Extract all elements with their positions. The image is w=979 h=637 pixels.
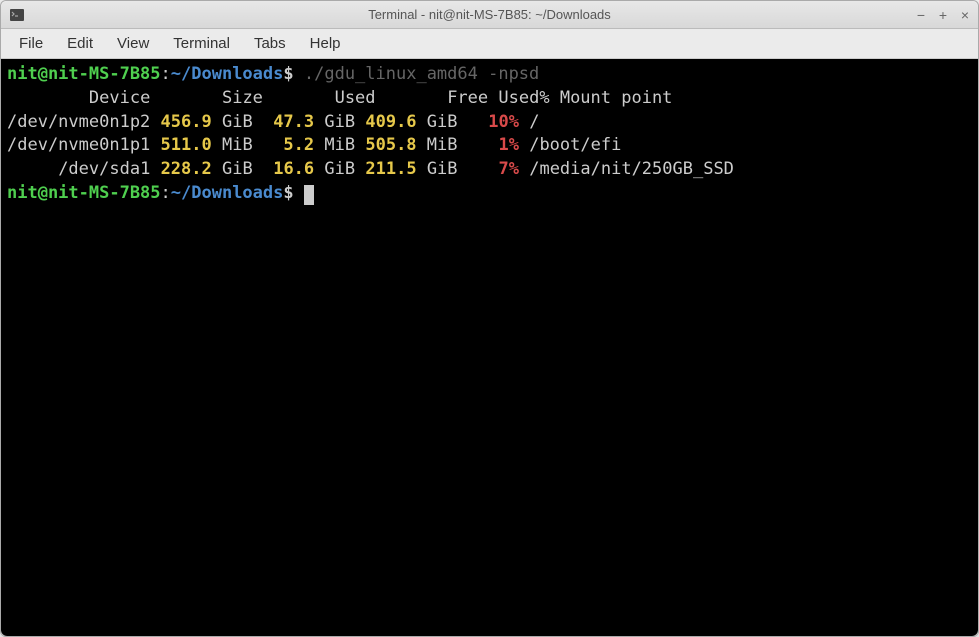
menu-view[interactable]: View [105,31,161,56]
terminal-window: Terminal - nit@nit-MS-7B85: ~/Downloads … [0,0,979,637]
used-pct: 1% [498,135,518,155]
menu-help[interactable]: Help [298,31,353,56]
mount-point: /boot/efi [529,135,621,155]
close-button[interactable]: × [958,8,972,22]
window-controls: − + × [914,8,972,22]
app-icon [9,7,25,23]
menubar: File Edit View Terminal Tabs Help [1,29,978,59]
hdr-free: Free [447,88,488,108]
prompt-line: nit@nit-MS-7B85:~/Downloads$ [7,182,972,206]
free-value: 211.5 [365,159,416,179]
prompt-user-host: nit@nit-MS-7B85 [7,183,161,203]
hdr-device: Device [89,88,150,108]
size-value: 511.0 [161,135,212,155]
device-name: /dev/nvme0n1p2 [7,112,150,132]
maximize-button[interactable]: + [936,8,950,22]
used-value: 47.3 [273,112,314,132]
command-text: ./gdu_linux_amd64 -npsd [304,64,539,84]
size-unit: MiB [222,135,253,155]
prompt-symbol: $ [283,64,293,84]
used-value: 16.6 [273,159,314,179]
menu-terminal[interactable]: Terminal [161,31,242,56]
menu-file[interactable]: File [7,31,55,56]
device-name: /dev/sda1 [58,159,150,179]
free-unit: GiB [427,159,458,179]
free-unit: GiB [427,112,458,132]
free-value: 409.6 [365,112,416,132]
size-value: 228.2 [161,159,212,179]
menu-edit[interactable]: Edit [55,31,105,56]
used-unit: MiB [324,135,355,155]
used-unit: GiB [324,159,355,179]
used-unit: GiB [324,112,355,132]
free-unit: MiB [427,135,458,155]
device-name: /dev/nvme0n1p1 [7,135,150,155]
table-row: /dev/sda1 228.2 GiB 16.6 GiB 211.5 GiB 7… [7,158,972,182]
free-value: 505.8 [365,135,416,155]
used-pct: 7% [498,159,518,179]
menu-tabs[interactable]: Tabs [242,31,298,56]
prompt-symbol: $ [283,183,293,203]
size-unit: GiB [222,112,253,132]
size-unit: GiB [222,159,253,179]
mount-point: /media/nit/250GB_SSD [529,159,734,179]
prompt-path: ~/Downloads [171,183,284,203]
minimize-button[interactable]: − [914,8,928,22]
table-header: Device Size Used Free Used% Mount point [7,87,972,111]
window-title: Terminal - nit@nit-MS-7B85: ~/Downloads [368,7,611,22]
hdr-usedpct: Used% [498,88,549,108]
prompt-user-host: nit@nit-MS-7B85 [7,64,161,84]
prompt-path: ~/Downloads [171,64,284,84]
hdr-used: Used [335,88,376,108]
size-value: 456.9 [161,112,212,132]
titlebar[interactable]: Terminal - nit@nit-MS-7B85: ~/Downloads … [1,1,978,29]
terminal-output[interactable]: nit@nit-MS-7B85:~/Downloads$ ./gdu_linux… [1,59,978,636]
used-pct: 10% [488,112,519,132]
hdr-mount: Mount point [560,88,673,108]
used-value: 5.2 [283,135,314,155]
hdr-size: Size [222,88,263,108]
mount-point: / [529,112,539,132]
cursor [304,185,314,205]
prompt-line: nit@nit-MS-7B85:~/Downloads$ ./gdu_linux… [7,63,972,87]
table-row: /dev/nvme0n1p1 511.0 MiB 5.2 MiB 505.8 M… [7,134,972,158]
table-row: /dev/nvme0n1p2 456.9 GiB 47.3 GiB 409.6 … [7,111,972,135]
